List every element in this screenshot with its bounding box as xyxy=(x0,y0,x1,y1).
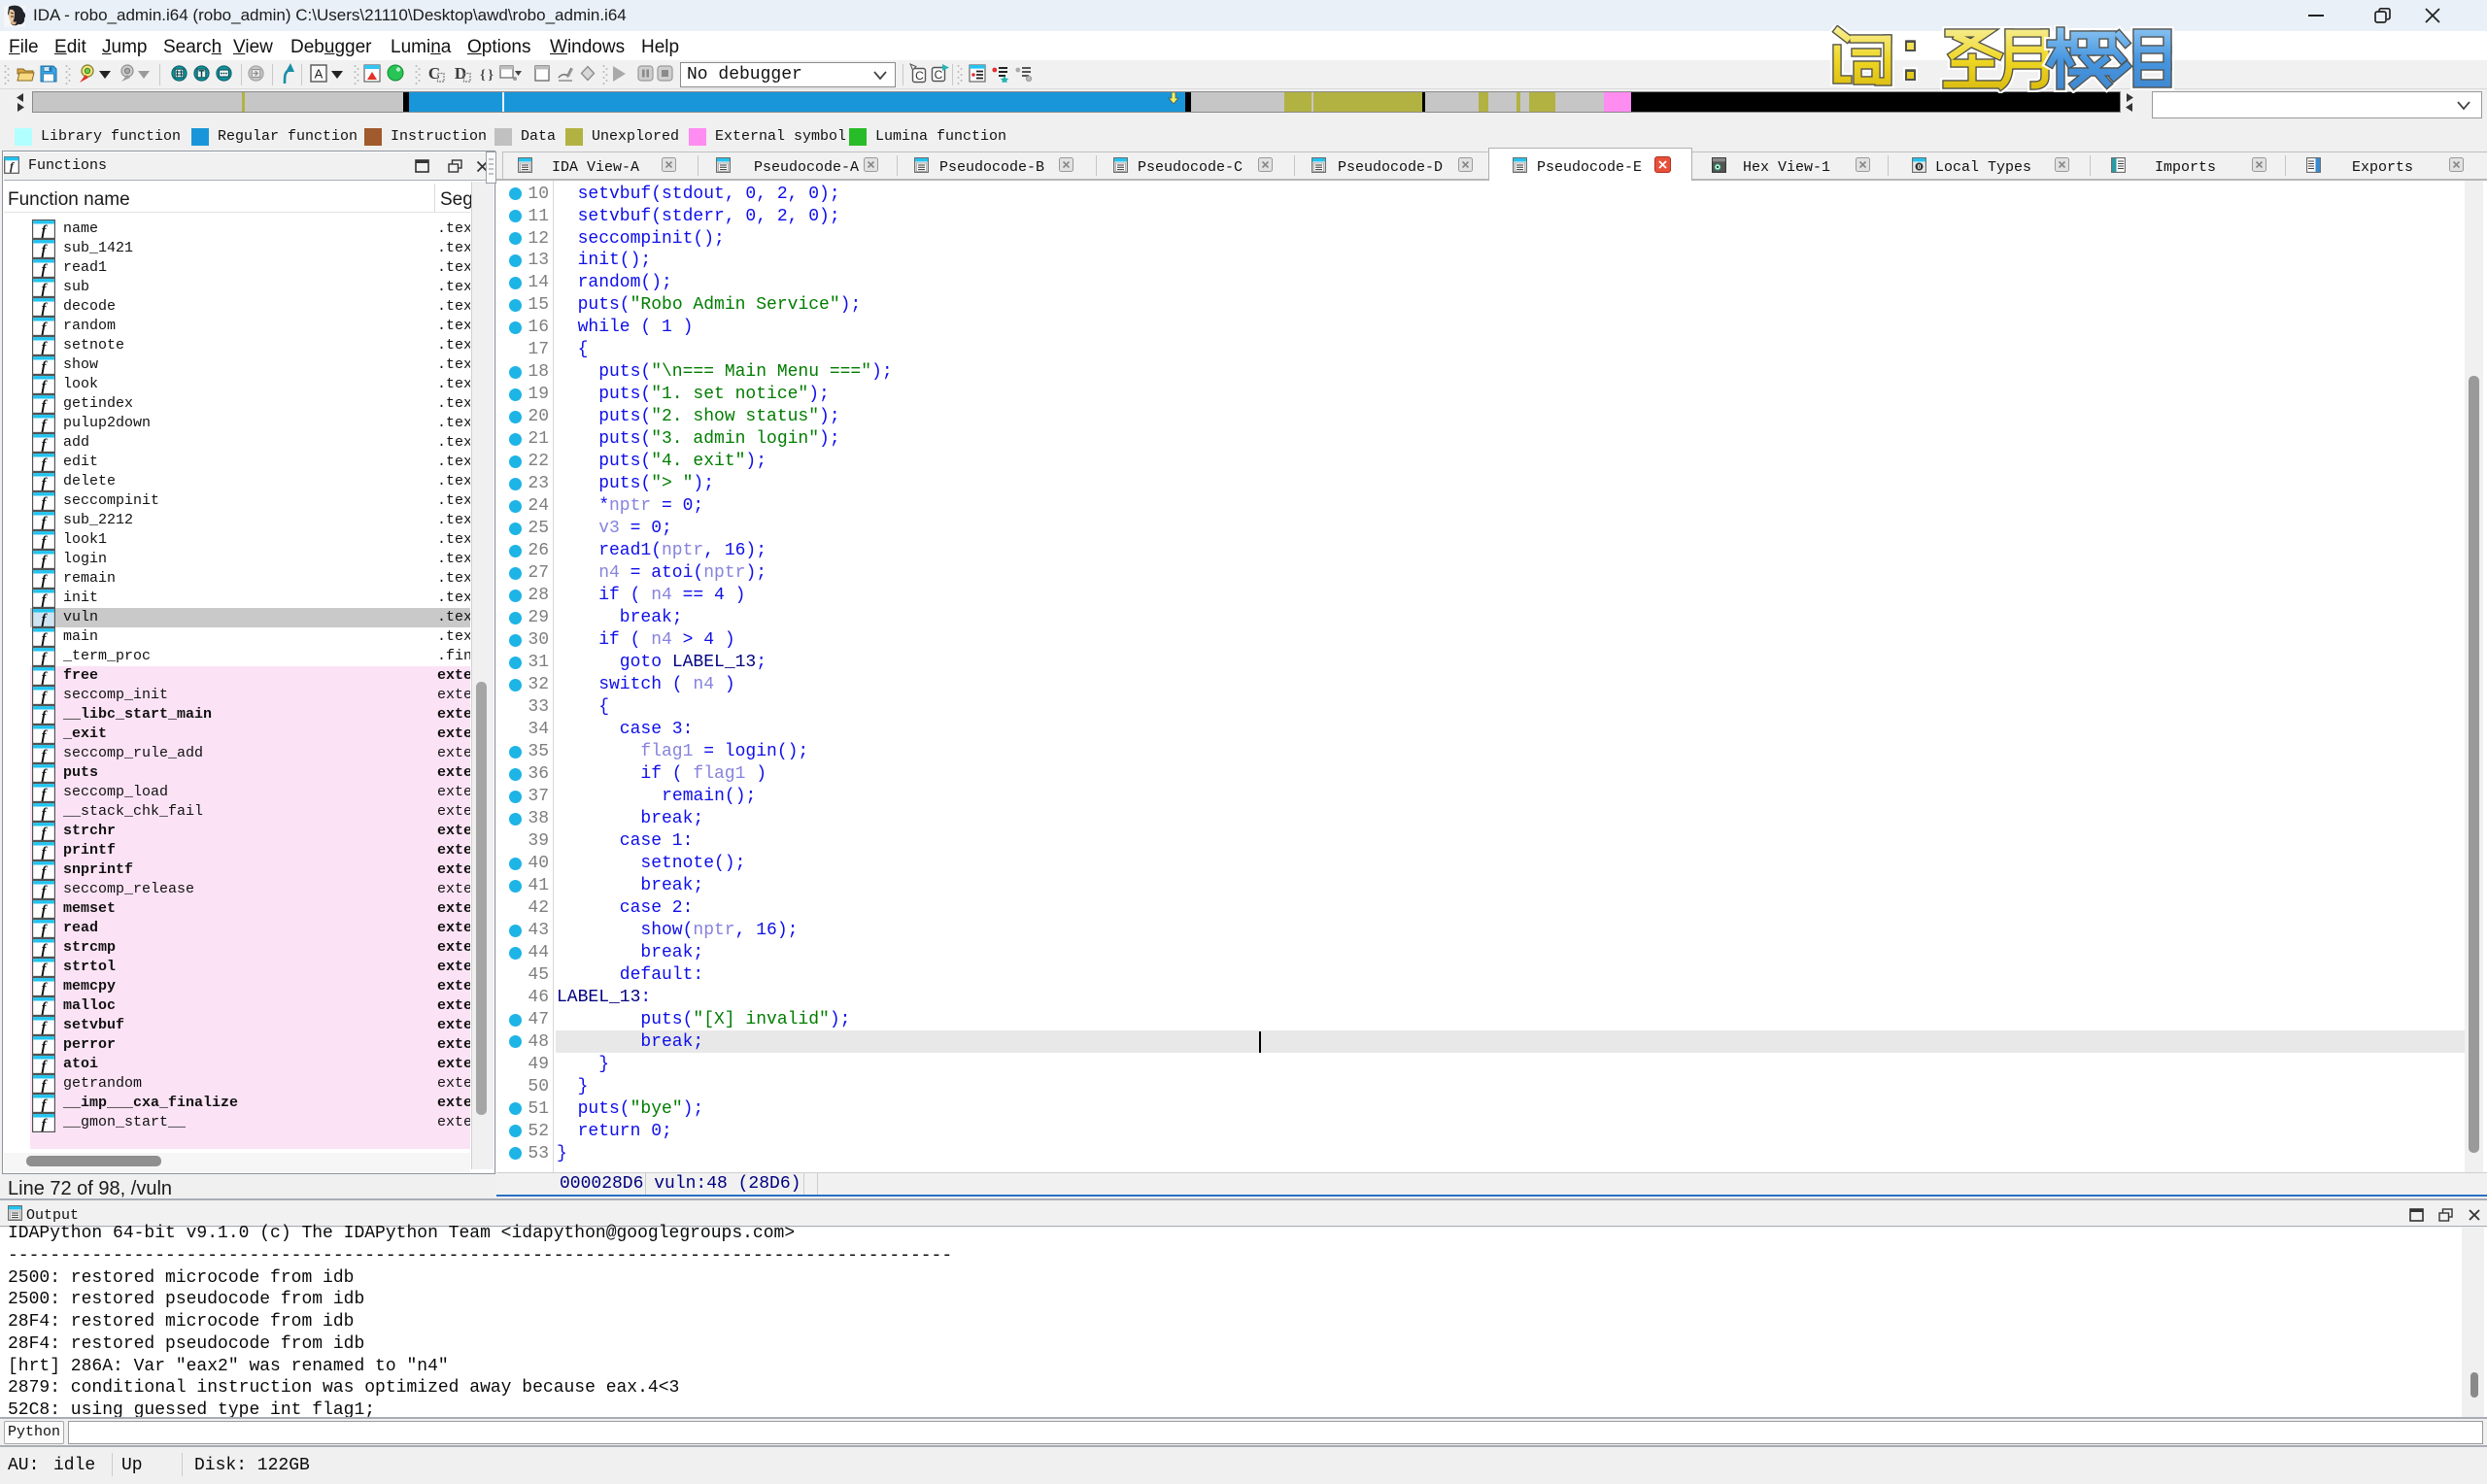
svg-text:C: C xyxy=(935,68,943,82)
svg-text:0: 0 xyxy=(1918,163,1922,171)
svg-text:C: C xyxy=(915,69,924,83)
svg-text:{ }: { } xyxy=(480,68,494,83)
svg-text:A: A xyxy=(315,67,324,82)
